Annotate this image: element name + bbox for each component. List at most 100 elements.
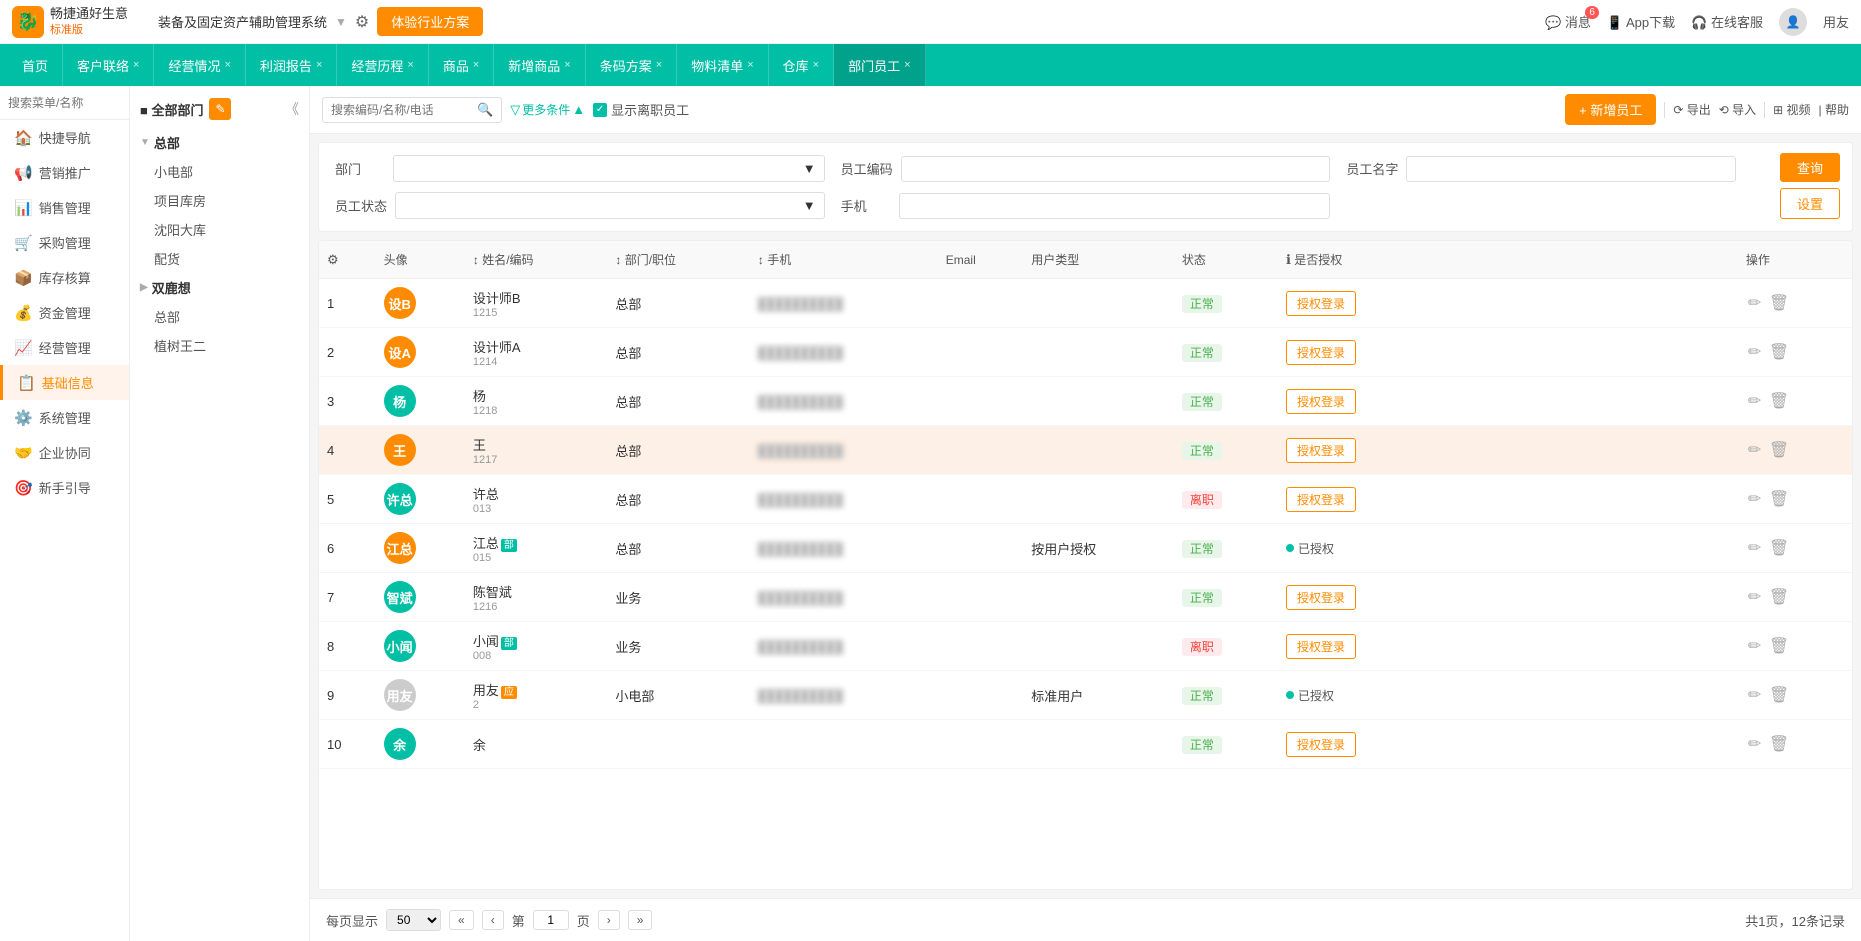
delete-button[interactable]: 🗑 xyxy=(1769,344,1789,361)
phone-input[interactable] xyxy=(899,193,1331,219)
edit-button[interactable]: ✏ xyxy=(1748,589,1761,606)
message-button[interactable]: 💬 消息 6 xyxy=(1545,12,1591,31)
delete-button[interactable]: 🗑 xyxy=(1769,687,1789,704)
dept-edit-button[interactable]: ✎ xyxy=(209,98,231,120)
edit-button[interactable]: ✏ xyxy=(1748,687,1761,704)
tab-new-goods[interactable]: 新增商品 × xyxy=(494,44,585,86)
empname-input[interactable] xyxy=(1406,156,1736,182)
edit-button[interactable]: ✏ xyxy=(1748,638,1761,655)
delete-button[interactable]: 🗑 xyxy=(1769,638,1789,655)
delete-button[interactable]: 🗑 xyxy=(1769,540,1789,557)
sidebar-item-basicinfo[interactable]: 📋 基础信息 xyxy=(0,365,129,400)
tab-history[interactable]: 经营历程 × xyxy=(337,44,428,86)
help-button[interactable]: | 帮助 xyxy=(1819,101,1849,118)
sidebar-item-finance[interactable]: 💰 资金管理 xyxy=(0,295,129,330)
edit-button[interactable]: ✏ xyxy=(1748,491,1761,508)
dropdown-arrow[interactable]: ▼ xyxy=(335,15,347,29)
sidebar-item-sales[interactable]: 📊 销售管理 xyxy=(0,190,129,225)
sidebar-item-quicknav[interactable]: 🏠 快捷导航 xyxy=(0,120,129,155)
sidebar-item-guide[interactable]: 🎯 新手引导 xyxy=(0,470,129,505)
auth-button[interactable]: 授权登录 xyxy=(1286,634,1356,659)
add-employee-button[interactable]: + 新增员工 xyxy=(1565,94,1656,125)
more-filter-button[interactable]: ▽ 更多条件 ▲ xyxy=(510,101,585,118)
sidebar-item-inventory[interactable]: 📦 库存核算 xyxy=(0,260,129,295)
auth-button[interactable]: 授权登录 xyxy=(1286,585,1356,610)
dept-tree-item-shuanglu[interactable]: ▶ 双鹿想 xyxy=(130,273,309,302)
last-page-button[interactable]: » xyxy=(628,910,653,930)
close-icon[interactable]: × xyxy=(904,59,910,71)
tab-warehouse[interactable]: 仓库 × xyxy=(769,44,834,86)
next-page-button[interactable]: › xyxy=(598,910,620,930)
delete-button[interactable]: 🗑 xyxy=(1769,393,1789,410)
close-icon[interactable]: × xyxy=(656,59,662,71)
close-icon[interactable]: × xyxy=(224,59,230,71)
show-resign-toggle[interactable]: ✓ 显示离职员工 xyxy=(593,100,689,119)
tab-operation[interactable]: 经营情况 × xyxy=(154,44,245,86)
edit-button[interactable]: ✏ xyxy=(1748,442,1761,459)
delete-button[interactable]: 🗑 xyxy=(1769,491,1789,508)
close-icon[interactable]: × xyxy=(473,59,479,71)
delete-button[interactable]: 🗑 xyxy=(1769,589,1789,606)
close-icon[interactable]: × xyxy=(564,59,570,71)
dept-tree-item-xiaodian[interactable]: 小电部 xyxy=(130,157,309,186)
tab-home[interactable]: 首页 xyxy=(8,44,63,86)
close-icon[interactable]: × xyxy=(133,59,139,71)
close-icon[interactable]: × xyxy=(813,59,819,71)
close-icon[interactable]: × xyxy=(316,59,322,71)
settings-button[interactable]: 设置 xyxy=(1780,188,1840,219)
sidebar-item-marketing[interactable]: 📢 营销推广 xyxy=(0,155,129,190)
auth-button[interactable]: 授权登录 xyxy=(1286,438,1356,463)
edit-button[interactable]: ✏ xyxy=(1748,295,1761,312)
auth-button[interactable]: 授权登录 xyxy=(1286,487,1356,512)
search-input[interactable] xyxy=(331,103,471,117)
dept-tree-item-project[interactable]: 项目库房 xyxy=(130,186,309,215)
page-number-input[interactable] xyxy=(533,910,569,930)
tab-customer[interactable]: 客户联络 × xyxy=(63,44,154,86)
dept-tree-item-zongbu-group[interactable]: ▼ 总部 xyxy=(130,128,309,157)
per-page-select[interactable]: 50 100 xyxy=(386,909,441,931)
edit-button[interactable]: ✏ xyxy=(1748,393,1761,410)
auth-button[interactable]: 授权登录 xyxy=(1286,389,1356,414)
edit-button[interactable]: ✏ xyxy=(1748,344,1761,361)
delete-button[interactable]: 🗑 xyxy=(1769,736,1789,753)
empcode-input[interactable] xyxy=(901,156,1331,182)
dept-tree-item-shenyang[interactable]: 沈阳大库 xyxy=(130,215,309,244)
edit-button[interactable]: ✏ xyxy=(1748,736,1761,753)
sidebar-item-operation[interactable]: 📈 经营管理 xyxy=(0,330,129,365)
close-icon[interactable]: × xyxy=(747,59,753,71)
tab-barcode[interactable]: 条码方案 × xyxy=(586,44,677,86)
sidebar-item-sysconfig[interactable]: ⚙️ 系统管理 xyxy=(0,400,129,435)
first-page-button[interactable]: « xyxy=(449,910,474,930)
auth-button[interactable]: 授权登录 xyxy=(1286,732,1356,757)
tab-bom[interactable]: 物料清单 × xyxy=(677,44,768,86)
auth-button[interactable]: 授权登录 xyxy=(1286,340,1356,365)
online-service-button[interactable]: 🎧 在线客服 xyxy=(1691,12,1763,31)
sidebar-item-purchase[interactable]: 🛒 采购管理 xyxy=(0,225,129,260)
view-button[interactable]: ⊞ 视频 xyxy=(1773,101,1810,118)
delete-button[interactable]: 🗑 xyxy=(1769,295,1789,312)
prev-page-button[interactable]: ‹ xyxy=(482,910,504,930)
resign-checkbox[interactable]: ✓ xyxy=(593,103,607,117)
dept-tree-item-zongbu[interactable]: 总部 xyxy=(130,302,309,331)
auth-button[interactable]: 授权登录 xyxy=(1286,291,1356,316)
edit-button[interactable]: ✏ xyxy=(1748,540,1761,557)
info-icon[interactable]: ℹ xyxy=(1286,252,1291,267)
import-button[interactable]: ⟲ 导入 xyxy=(1719,101,1756,118)
tab-department[interactable]: 部门员工 × xyxy=(834,44,925,86)
dept-tree-item-peihuo[interactable]: 配货 xyxy=(130,244,309,273)
gear-icon[interactable]: ⚙ xyxy=(355,12,369,32)
app-download-button[interactable]: 📱 App下载 xyxy=(1607,12,1675,31)
trial-button[interactable]: 体验行业方案 xyxy=(377,7,483,36)
dept-filter-select[interactable]: ▼ xyxy=(393,155,825,182)
settings-icon[interactable]: ⚙ xyxy=(327,252,339,267)
close-icon[interactable]: × xyxy=(407,59,413,71)
sidebar-item-cooperation[interactable]: 🤝 企业协同 xyxy=(0,435,129,470)
dept-tree-item-zhishu[interactable]: 植树王二 xyxy=(130,331,309,360)
tab-profit[interactable]: 利润报告 × xyxy=(246,44,337,86)
delete-button[interactable]: 🗑 xyxy=(1769,442,1789,459)
query-button[interactable]: 查询 xyxy=(1780,153,1840,182)
tab-goods[interactable]: 商品 × xyxy=(429,44,494,86)
sidebar-search-input[interactable] xyxy=(8,96,130,110)
dept-collapse-button[interactable]: 《 xyxy=(285,99,299,119)
status-filter-select[interactable]: ▼ xyxy=(395,192,825,219)
